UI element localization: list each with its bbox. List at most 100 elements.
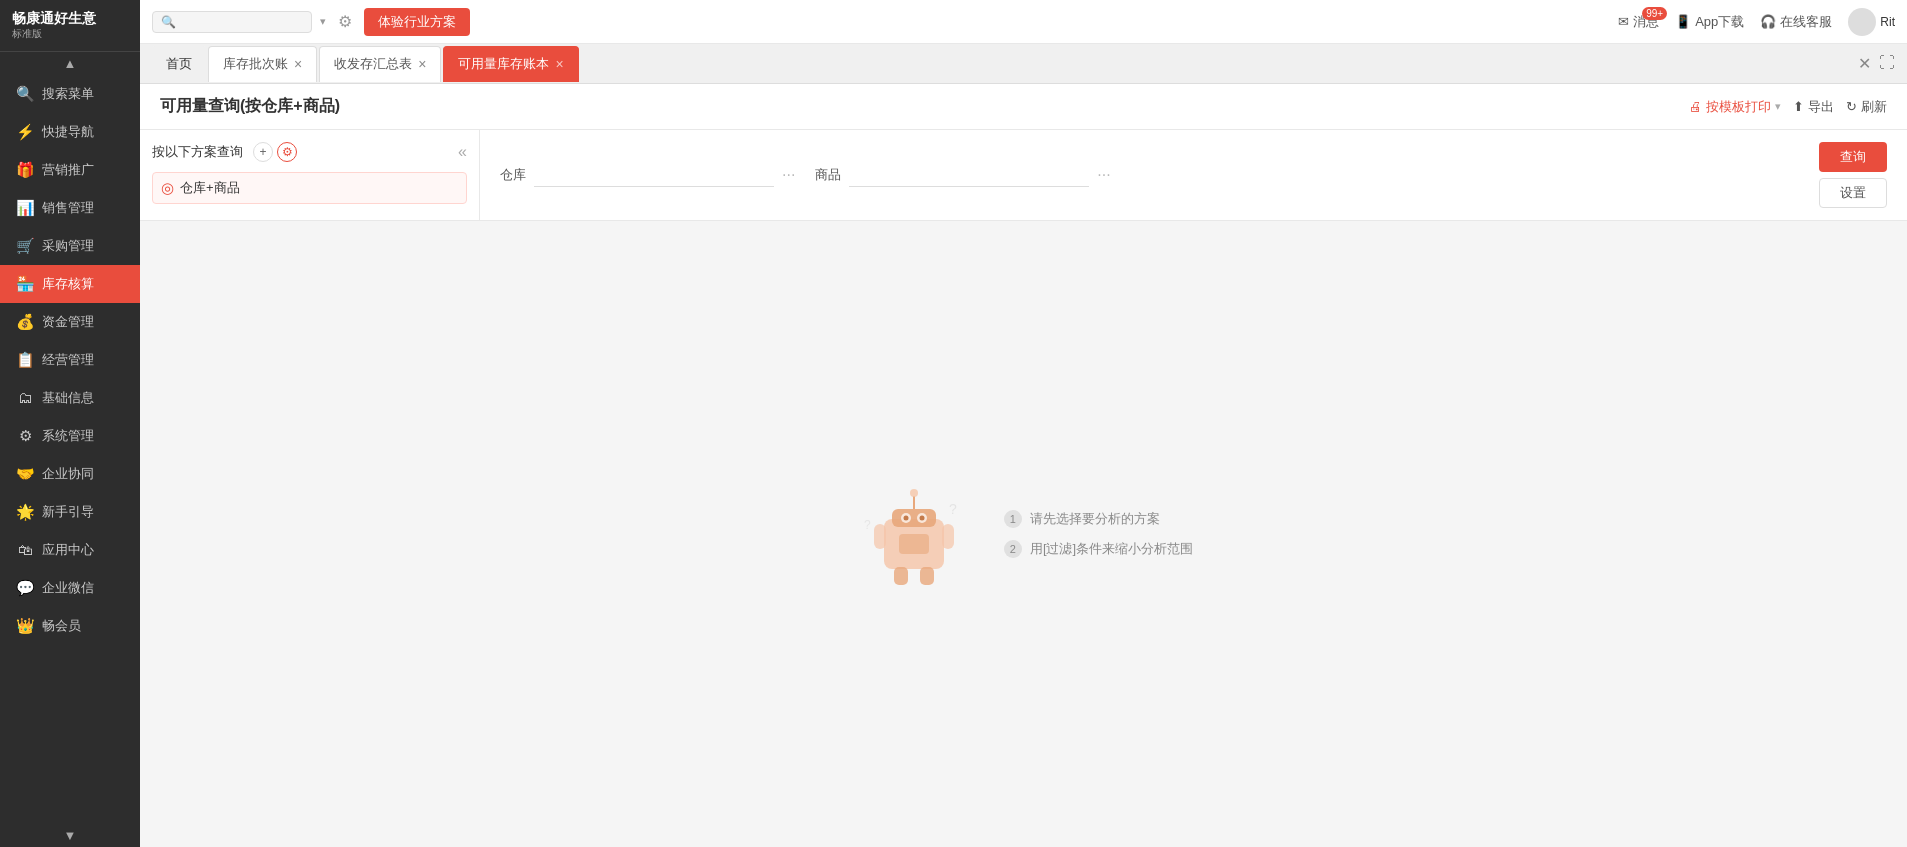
- sidebar-item-label: 经营管理: [42, 351, 94, 369]
- sidebar-item-label: 企业协同: [42, 465, 94, 483]
- sidebar: 畅康通好生意 标准版 ▲ 🔍 搜索菜单 ⚡ 快捷导航 🎁 营销推广 📊 销售管理…: [0, 0, 140, 847]
- sidebar-item-inventory[interactable]: 🏪 库存核算: [0, 265, 140, 303]
- query-fields-row: 仓库 ··· 商品 ··· 查询 设置: [500, 142, 1887, 208]
- sidebar-logo: 畅康通好生意 标准版: [0, 0, 140, 52]
- sidebar-item-system[interactable]: ⚙ 系统管理: [0, 417, 140, 455]
- wechat-icon: 💬: [16, 579, 34, 597]
- app-download-action[interactable]: 📱 App下载: [1675, 13, 1744, 31]
- empty-tip-1: 1 请先选择要分析的方案: [1004, 510, 1193, 528]
- product-more-icon[interactable]: ···: [1097, 166, 1110, 184]
- appstore-icon: 🛍: [16, 541, 34, 558]
- header-chevron-icon[interactable]: ▾: [320, 15, 326, 28]
- page-header-actions: 🖨 按模板打印 ▾ ⬆ 导出 ↻ 刷新: [1689, 98, 1887, 116]
- svg-rect-10: [920, 567, 934, 585]
- product-input[interactable]: [849, 163, 1089, 187]
- system-icon: ⚙: [16, 427, 34, 445]
- svg-rect-8: [942, 524, 954, 549]
- query-section: 按以下方案查询 + ⚙ « ◎ 仓库+商品 仓库: [140, 130, 1907, 221]
- warehouse-more-icon[interactable]: ···: [782, 166, 795, 184]
- scheme-label: 仓库+商品: [180, 179, 240, 197]
- svg-rect-9: [894, 567, 908, 585]
- trial-button[interactable]: 体验行业方案: [364, 8, 470, 36]
- header-actions: ✉ 消息 99+ 📱 App下载 🎧 在线客服 Rit: [1618, 8, 1895, 36]
- refresh-icon: ↻: [1846, 99, 1857, 114]
- header-gear-icon[interactable]: ⚙: [334, 12, 356, 31]
- sidebar-item-label: 营销推广: [42, 161, 94, 179]
- user-avatar[interactable]: Rit: [1848, 8, 1895, 36]
- message-icon: ✉: [1618, 14, 1629, 29]
- sidebar-item-operation[interactable]: 📋 经营管理: [0, 341, 140, 379]
- inventory-icon: 🏪: [16, 275, 34, 293]
- svg-text:?: ?: [949, 501, 957, 517]
- query-left-panel: 按以下方案查询 + ⚙ « ◎ 仓库+商品: [140, 130, 480, 220]
- sidebar-item-wechat[interactable]: 💬 企业微信: [0, 569, 140, 607]
- guide-icon: 🌟: [16, 503, 34, 521]
- purchase-icon: 🛒: [16, 237, 34, 255]
- svg-point-12: [910, 489, 918, 497]
- refresh-label: 刷新: [1861, 98, 1887, 116]
- query-scheme-item[interactable]: ◎ 仓库+商品: [152, 172, 467, 204]
- sidebar-item-marketing[interactable]: 🎁 营销推广: [0, 151, 140, 189]
- query-button[interactable]: 查询: [1819, 142, 1887, 172]
- sidebar-item-sales[interactable]: 📊 销售管理: [0, 189, 140, 227]
- username-label: Rit: [1880, 15, 1895, 29]
- tab-available-ledger[interactable]: 可用量库存账本 ×: [443, 46, 578, 82]
- svg-text:?: ?: [864, 518, 871, 532]
- tab-available-ledger-close[interactable]: ×: [555, 57, 563, 71]
- header-search-input[interactable]: [180, 15, 303, 29]
- collapse-button[interactable]: «: [458, 143, 467, 161]
- export-button[interactable]: ⬆ 导出: [1793, 98, 1834, 116]
- operation-icon: 📋: [16, 351, 34, 369]
- sidebar-item-basic[interactable]: 🗂 基础信息: [0, 379, 140, 417]
- export-label: 导出: [1808, 98, 1834, 116]
- sidebar-item-shortcut[interactable]: ⚡ 快捷导航: [0, 113, 140, 151]
- add-scheme-button[interactable]: +: [253, 142, 273, 162]
- online-service-action[interactable]: 🎧 在线客服: [1760, 13, 1832, 31]
- page-header: 可用量查询(按仓库+商品) 🖨 按模板打印 ▾ ⬆ 导出 ↻ 刷新: [140, 84, 1907, 130]
- tip-text-2: 用[过滤]条件来缩小分析范围: [1030, 540, 1193, 558]
- sidebar-scroll-up[interactable]: ▲: [0, 52, 140, 75]
- sidebar-item-member[interactable]: 👑 畅会员: [0, 607, 140, 645]
- sidebar-item-enterprise[interactable]: 🤝 企业协同: [0, 455, 140, 493]
- search-icon: 🔍: [161, 15, 176, 29]
- logo-title: 畅康通好生意: [12, 10, 128, 27]
- sidebar-item-finance[interactable]: 💰 资金管理: [0, 303, 140, 341]
- basic-icon: 🗂: [16, 389, 34, 406]
- page-title: 可用量查询(按仓库+商品): [160, 96, 340, 117]
- empty-tips: 1 请先选择要分析的方案 2 用[过滤]条件来缩小分析范围: [1004, 510, 1193, 558]
- avatar-image: [1848, 8, 1876, 36]
- sidebar-item-label: 系统管理: [42, 427, 94, 445]
- search-icon: 🔍: [16, 85, 34, 103]
- tab-receipt-summary[interactable]: 收发存汇总表 ×: [319, 46, 441, 82]
- header-search-box[interactable]: 🔍: [152, 11, 312, 33]
- sidebar-item-guide[interactable]: 🌟 新手引导: [0, 493, 140, 531]
- tab-home[interactable]: 首页: [152, 46, 206, 82]
- app-download-label: App下载: [1695, 13, 1744, 31]
- tab-receipt-summary-close[interactable]: ×: [418, 57, 426, 71]
- refresh-button[interactable]: ↻ 刷新: [1846, 98, 1887, 116]
- content-area: 可用量查询(按仓库+商品) 🖨 按模板打印 ▾ ⬆ 导出 ↻ 刷新: [140, 84, 1907, 847]
- scheme-settings-button[interactable]: ⚙: [277, 142, 297, 162]
- tab-batch-ledger[interactable]: 库存批次账 ×: [208, 46, 317, 82]
- member-icon: 👑: [16, 617, 34, 635]
- product-label: 商品: [815, 166, 841, 184]
- empty-state: ? ? 1 请先选择要分析的方案 2 用[过滤]条件来缩小分析范围: [140, 221, 1907, 847]
- app-icon: 📱: [1675, 14, 1691, 29]
- message-action[interactable]: ✉ 消息 99+: [1618, 13, 1659, 31]
- empty-tip-2: 2 用[过滤]条件来缩小分析范围: [1004, 540, 1193, 558]
- window-expand-btn[interactable]: ⛶: [1879, 54, 1895, 73]
- sidebar-item-appstore[interactable]: 🛍 应用中心: [0, 531, 140, 569]
- svg-rect-6: [899, 534, 929, 554]
- tab-available-ledger-label: 可用量库存账本: [458, 55, 549, 73]
- sidebar-item-label: 畅会员: [42, 617, 81, 635]
- sidebar-scroll-down[interactable]: ▼: [0, 824, 140, 847]
- window-close-btn[interactable]: ✕: [1858, 54, 1871, 73]
- print-template-button[interactable]: 🖨 按模板打印 ▾: [1689, 98, 1781, 116]
- sidebar-item-search[interactable]: 🔍 搜索菜单: [0, 75, 140, 113]
- warehouse-input[interactable]: [534, 163, 774, 187]
- tab-batch-ledger-close[interactable]: ×: [294, 57, 302, 71]
- tabs-bar: 首页 库存批次账 × 收发存汇总表 × 可用量库存账本 × ✕ ⛶: [140, 44, 1907, 84]
- sidebar-item-purchase[interactable]: 🛒 采购管理: [0, 227, 140, 265]
- sidebar-item-label: 采购管理: [42, 237, 94, 255]
- settings-button[interactable]: 设置: [1819, 178, 1887, 208]
